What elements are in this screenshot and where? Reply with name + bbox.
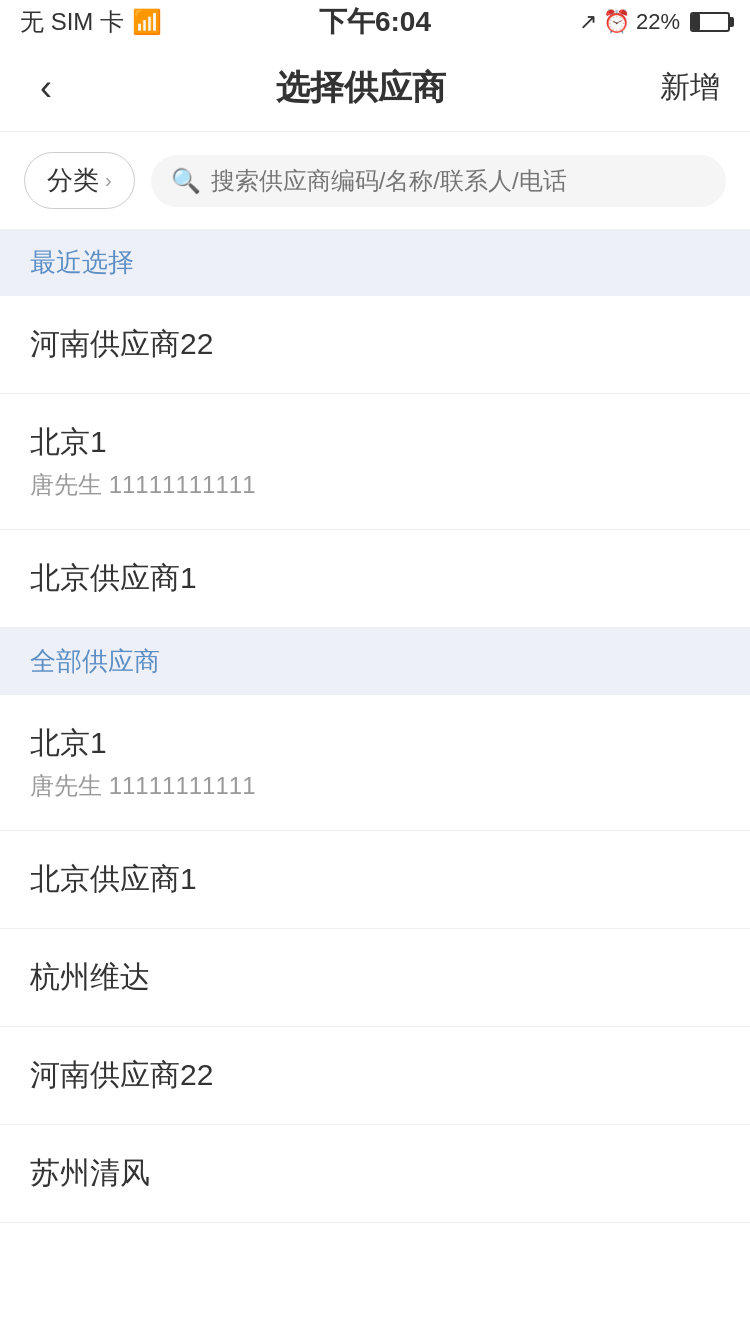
- item-detail: 唐先生 11111111111: [30, 770, 720, 802]
- battery-icon: [690, 12, 730, 32]
- chevron-right-icon: ›: [105, 169, 112, 192]
- all-section-header: 全部供应商: [0, 628, 750, 695]
- status-left: 无 SIM 卡 📶: [20, 6, 162, 38]
- recent-list: 河南供应商22 北京1 唐先生 11111111111 北京供应商1: [0, 296, 750, 628]
- battery-percent: 22%: [636, 9, 680, 35]
- search-input[interactable]: [211, 167, 706, 195]
- item-name: 北京1: [30, 723, 720, 764]
- all-list-item[interactable]: 北京1 唐先生 11111111111: [0, 695, 750, 831]
- all-section-label: 全部供应商: [30, 646, 160, 676]
- all-list-item[interactable]: 杭州维达: [0, 929, 750, 1027]
- filter-bar: 分类 › 🔍: [0, 132, 750, 229]
- status-right: ↗ ⏰ 22%: [579, 9, 730, 35]
- search-box[interactable]: 🔍: [151, 155, 726, 207]
- item-name: 河南供应商22: [30, 1055, 720, 1096]
- item-name: 北京供应商1: [30, 558, 720, 599]
- item-name: 苏州清风: [30, 1153, 720, 1194]
- category-button[interactable]: 分类 ›: [24, 152, 135, 209]
- recent-list-item[interactable]: 河南供应商22: [0, 296, 750, 394]
- status-time: 下午6:04: [319, 3, 431, 41]
- item-name: 北京1: [30, 422, 720, 463]
- back-button[interactable]: ‹: [30, 57, 62, 119]
- recent-section-label: 最近选择: [30, 247, 134, 277]
- item-name: 河南供应商22: [30, 324, 720, 365]
- search-icon: 🔍: [171, 167, 201, 195]
- status-bar: 无 SIM 卡 📶 下午6:04 ↗ ⏰ 22%: [0, 0, 750, 44]
- alarm-icon: ⏰: [603, 9, 630, 35]
- recent-list-item[interactable]: 北京1 唐先生 11111111111: [0, 394, 750, 530]
- recent-section-header: 最近选择: [0, 229, 750, 296]
- all-list-item[interactable]: 北京供应商1: [0, 831, 750, 929]
- all-list: 北京1 唐先生 11111111111 北京供应商1 杭州维达 河南供应商22 …: [0, 695, 750, 1223]
- item-detail: 唐先生 11111111111: [30, 469, 720, 501]
- item-name: 北京供应商1: [30, 859, 720, 900]
- wifi-icon: 📶: [132, 8, 162, 36]
- add-button[interactable]: 新增: [660, 67, 720, 108]
- nav-bar: ‹ 选择供应商 新增: [0, 44, 750, 132]
- category-label: 分类: [47, 163, 99, 198]
- recent-list-item[interactable]: 北京供应商1: [0, 530, 750, 628]
- page-title: 选择供应商: [276, 65, 446, 111]
- all-list-item[interactable]: 苏州清风: [0, 1125, 750, 1223]
- item-name: 杭州维达: [30, 957, 720, 998]
- no-sim-text: 无 SIM 卡: [20, 6, 124, 38]
- all-list-item[interactable]: 河南供应商22: [0, 1027, 750, 1125]
- location-icon: ↗: [579, 9, 597, 35]
